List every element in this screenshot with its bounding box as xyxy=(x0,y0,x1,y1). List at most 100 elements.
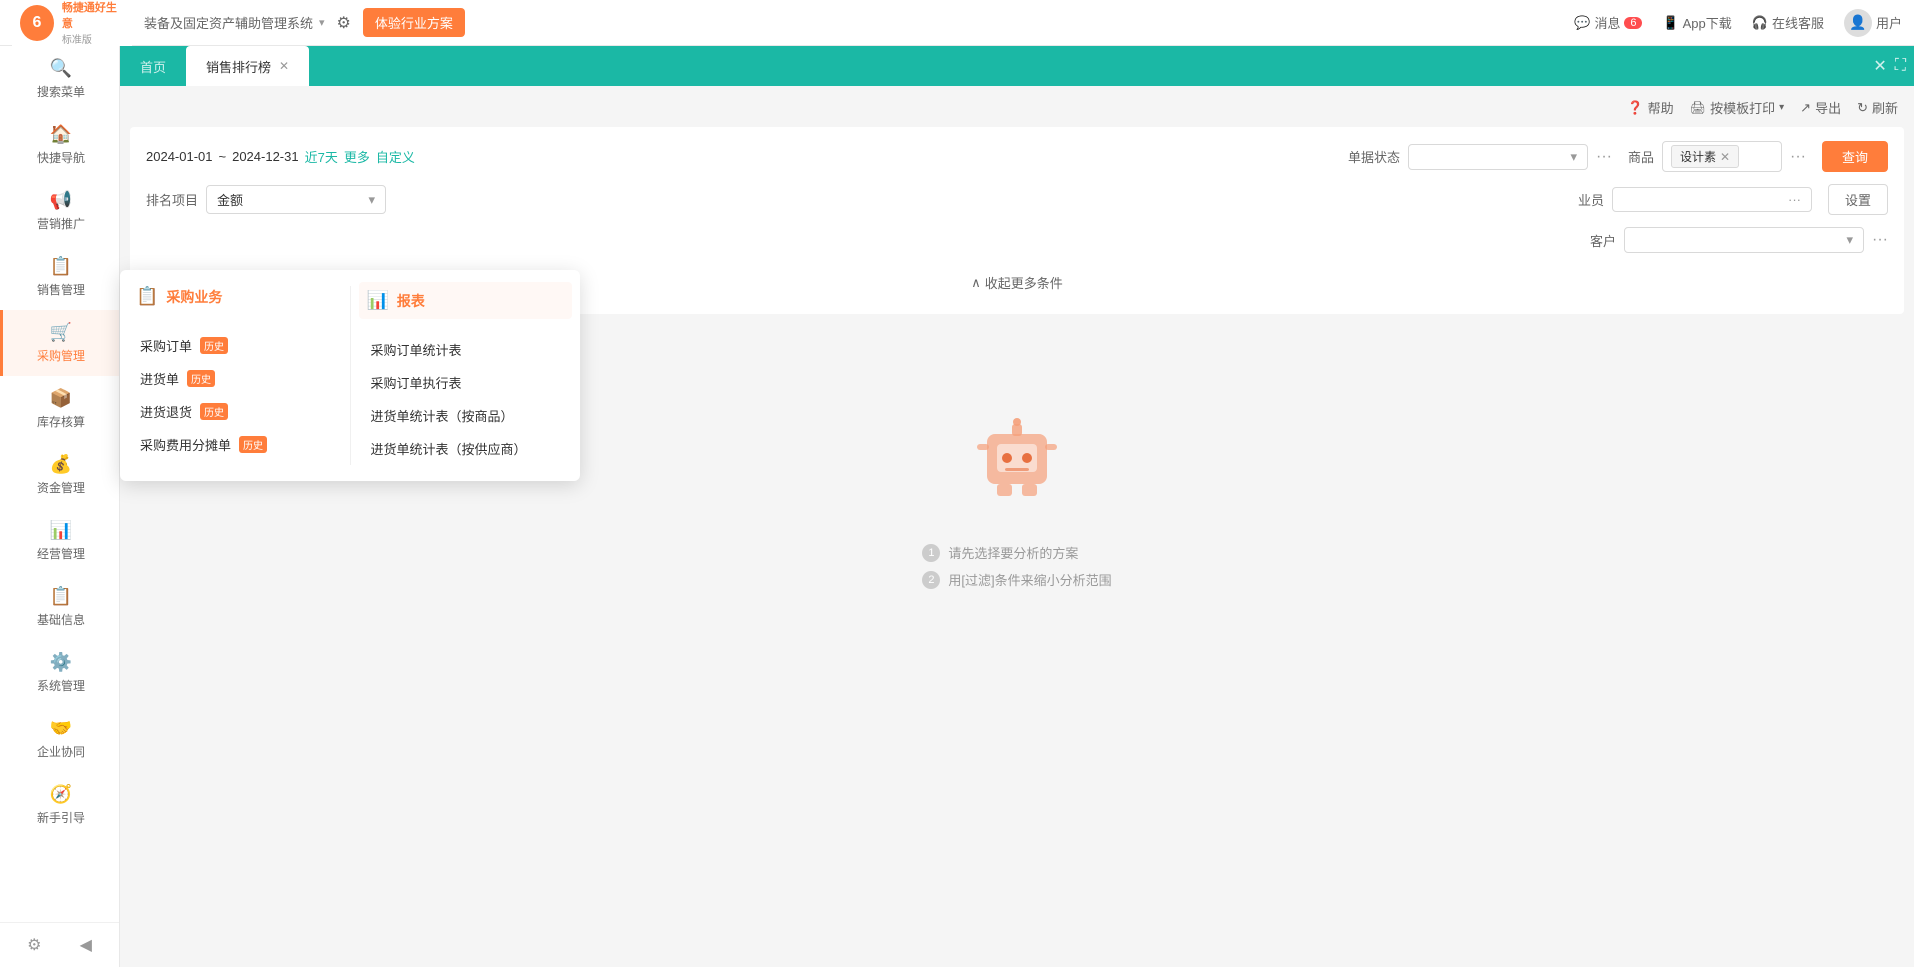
tab-resize-icon[interactable]: ⛶ xyxy=(1895,57,1906,75)
doc-status-label: 单据状态 xyxy=(1348,147,1400,166)
guide-icon: 🧭 xyxy=(50,784,72,805)
page-content: ❓ 帮助 🖨 按模板打印 ▾ ↗ 导出 ↻ 刷新 xyxy=(120,86,1914,967)
report-inbound-by-goods[interactable]: 进货单统计表（按商品） xyxy=(367,399,565,432)
sidebar-item-system[interactable]: ⚙️ 系统管理 xyxy=(0,640,119,706)
sidebar-label-quicknav: 快捷导航 xyxy=(37,149,85,166)
rank-select[interactable]: 金额 ▾ xyxy=(206,185,386,214)
shortcut-7days[interactable]: 近7天 xyxy=(305,147,338,166)
purchase-order-item[interactable]: 采购订单 历史 xyxy=(136,329,334,362)
sidebar-label-inventory: 库存核算 xyxy=(37,413,85,430)
message-badge: 6 xyxy=(1624,17,1642,29)
top-header: 6 畅捷通好生意 标准版 装备及固定资产辅助管理系统 ▾ ⚙ 体验行业方案 💬 … xyxy=(0,0,1914,46)
bottom-collapse-btn[interactable]: ◀ xyxy=(80,935,92,955)
salesperson-filter: 业员 ··· xyxy=(1578,187,1812,212)
goods-label: 商品 xyxy=(1628,147,1654,166)
rank-arrow-icon: ▾ xyxy=(368,192,375,208)
sidebar-item-search[interactable]: 🔍 搜索菜单 xyxy=(0,46,119,112)
template-print-button[interactable]: 🖨 按模板打印 ▾ xyxy=(1690,98,1785,117)
doc-status-more-icon[interactable]: ··· xyxy=(1596,148,1612,166)
sidebar-label-search: 搜索菜单 xyxy=(37,83,85,100)
tab-home[interactable]: 首页 xyxy=(120,46,186,86)
report-purchase-order-stat[interactable]: 采购订单统计表 xyxy=(367,333,565,366)
goods-more-icon[interactable]: ··· xyxy=(1790,148,1806,166)
tip-2-text: 用[过滤]条件来缩小分析范围 xyxy=(948,570,1111,589)
collapse-up-icon: ∧ xyxy=(971,275,981,291)
logo-area: 6 畅捷通好生意 标准版 xyxy=(12,0,132,46)
sidebar-item-sales[interactable]: 📋 销售管理 xyxy=(0,244,119,310)
content-area: 首页 销售排行榜 ✕ ✕ ⛶ ❓ 帮助 🖨 按模板打印 xyxy=(120,46,1914,967)
messages-tool[interactable]: 💬 消息 6 xyxy=(1574,13,1642,32)
logo-icon: 6 xyxy=(20,5,54,41)
purchase-return-item[interactable]: 进货退货 历史 xyxy=(136,395,334,428)
doc-status-select[interactable]: ▾ xyxy=(1408,144,1588,170)
headset-icon: 🎧 xyxy=(1752,15,1768,31)
bottom-settings-btn[interactable]: ⚙ xyxy=(27,935,41,955)
report-section-title: 📊 报表 xyxy=(359,282,573,319)
purchase-expense-item[interactable]: 采购费用分摊单 历史 xyxy=(136,428,334,461)
capital-icon: 💰 xyxy=(50,454,72,475)
sidebar-label-operation: 经营管理 xyxy=(37,545,85,562)
sidebar-label-marketing: 营销推广 xyxy=(37,215,85,232)
sidebar-item-operation[interactable]: 📊 经营管理 xyxy=(0,508,119,574)
app-download-tool[interactable]: 📱 App下载 xyxy=(1662,13,1731,32)
customer-arrow-icon: ▾ xyxy=(1846,232,1853,248)
doc-status-arrow-icon: ▾ xyxy=(1570,149,1577,165)
online-service-tool[interactable]: 🎧 在线客服 xyxy=(1752,13,1824,32)
phone-icon: 📱 xyxy=(1662,15,1678,31)
shortcut-more[interactable]: 更多 xyxy=(344,147,370,166)
system-icon: ⚙️ xyxy=(50,652,72,673)
goods-tag-close-icon[interactable]: ✕ xyxy=(1720,150,1730,164)
purchase-business-column: 📋 采购业务 采购订单 历史 进货单 历史 进货退货 历史 采购费用分摊单 历史 xyxy=(136,286,334,465)
sidebar-label-capital: 资金管理 xyxy=(37,479,85,496)
filter-row-2: 排名项目 金额 ▾ 业员 ··· xyxy=(146,184,1888,215)
sidebar-label-purchase: 采购管理 xyxy=(37,347,85,364)
sidebar-label-system: 系统管理 xyxy=(37,677,85,694)
purchase-inbound-item[interactable]: 进货单 历史 xyxy=(136,362,334,395)
print-icon: 🖨 xyxy=(1690,100,1707,116)
tab-bar: 首页 销售排行榜 ✕ ✕ ⛶ xyxy=(120,46,1914,86)
goods-select[interactable]: 设计素 ✕ xyxy=(1662,141,1782,172)
sidebar-item-marketing[interactable]: 📢 营销推广 xyxy=(0,178,119,244)
export-button[interactable]: ↗ 导出 xyxy=(1800,98,1841,117)
message-icon: 💬 xyxy=(1574,15,1590,31)
report-inbound-by-supplier[interactable]: 进货单统计表（按供应商） xyxy=(367,432,565,465)
purchase-section-title: 📋 采购业务 xyxy=(136,286,334,315)
customer-label: 客户 xyxy=(1590,231,1616,250)
shortcut-custom[interactable]: 自定义 xyxy=(376,147,415,166)
operation-icon: 📊 xyxy=(50,520,72,541)
tab-close-window-icon[interactable]: ✕ xyxy=(1873,56,1886,76)
empty-tips: 1 请先选择要分析的方案 2 用[过滤]条件来缩小分析范围 xyxy=(922,543,1111,589)
salesperson-select[interactable]: ··· xyxy=(1612,187,1812,212)
sidebar-item-enterprise[interactable]: 🤝 企业协同 xyxy=(0,706,119,772)
industry-button[interactable]: 体验行业方案 xyxy=(363,8,465,37)
customer-more-icon[interactable]: ··· xyxy=(1872,231,1888,249)
salesperson-label: 业员 xyxy=(1578,190,1604,209)
tab-sales-rank[interactable]: 销售排行榜 ✕ xyxy=(186,46,309,86)
history-tag-1: 历史 xyxy=(187,370,215,387)
sidebar-item-quicknav[interactable]: 🏠 快捷导航 xyxy=(0,112,119,178)
sidebar-item-inventory[interactable]: 📦 库存核算 xyxy=(0,376,119,442)
tab-close-icon[interactable]: ✕ xyxy=(279,59,289,73)
customer-select[interactable]: ▾ xyxy=(1624,227,1864,253)
query-button[interactable]: 查询 xyxy=(1822,141,1888,172)
set-button[interactable]: 设置 xyxy=(1828,184,1888,215)
user-tool[interactable]: 👤 用户 xyxy=(1844,9,1902,37)
collapse-button[interactable]: ∧ 收起更多条件 xyxy=(971,273,1063,292)
dropdown-arrow-icon[interactable]: ▾ xyxy=(319,16,325,29)
sidebar-item-basic[interactable]: 📋 基础信息 xyxy=(0,574,119,640)
goods-tag: 设计素 ✕ xyxy=(1671,145,1739,168)
refresh-button[interactable]: ↻ 刷新 xyxy=(1857,98,1898,117)
empty-tip-2: 2 用[过滤]条件来缩小分析范围 xyxy=(922,570,1111,589)
help-button[interactable]: ❓ 帮助 xyxy=(1627,98,1673,117)
report-purchase-order-exec[interactable]: 采购订单执行表 xyxy=(367,366,565,399)
sidebar-item-guide[interactable]: 🧭 新手引导 xyxy=(0,772,119,838)
sidebar-item-capital[interactable]: 💰 资金管理 xyxy=(0,442,119,508)
history-tag-2: 历史 xyxy=(200,403,228,420)
sidebar-item-purchase[interactable]: 🛒 采购管理 xyxy=(0,310,119,376)
settings-icon[interactable]: ⚙ xyxy=(337,13,351,33)
sidebar-label-guide: 新手引导 xyxy=(37,809,85,826)
empty-illustration xyxy=(957,404,1077,523)
system-title: 装备及固定资产辅助管理系统 ▾ xyxy=(144,13,325,32)
purchase-dropdown-divider xyxy=(350,286,351,465)
tab-bar-right: ✕ ⛶ xyxy=(1873,56,1914,76)
